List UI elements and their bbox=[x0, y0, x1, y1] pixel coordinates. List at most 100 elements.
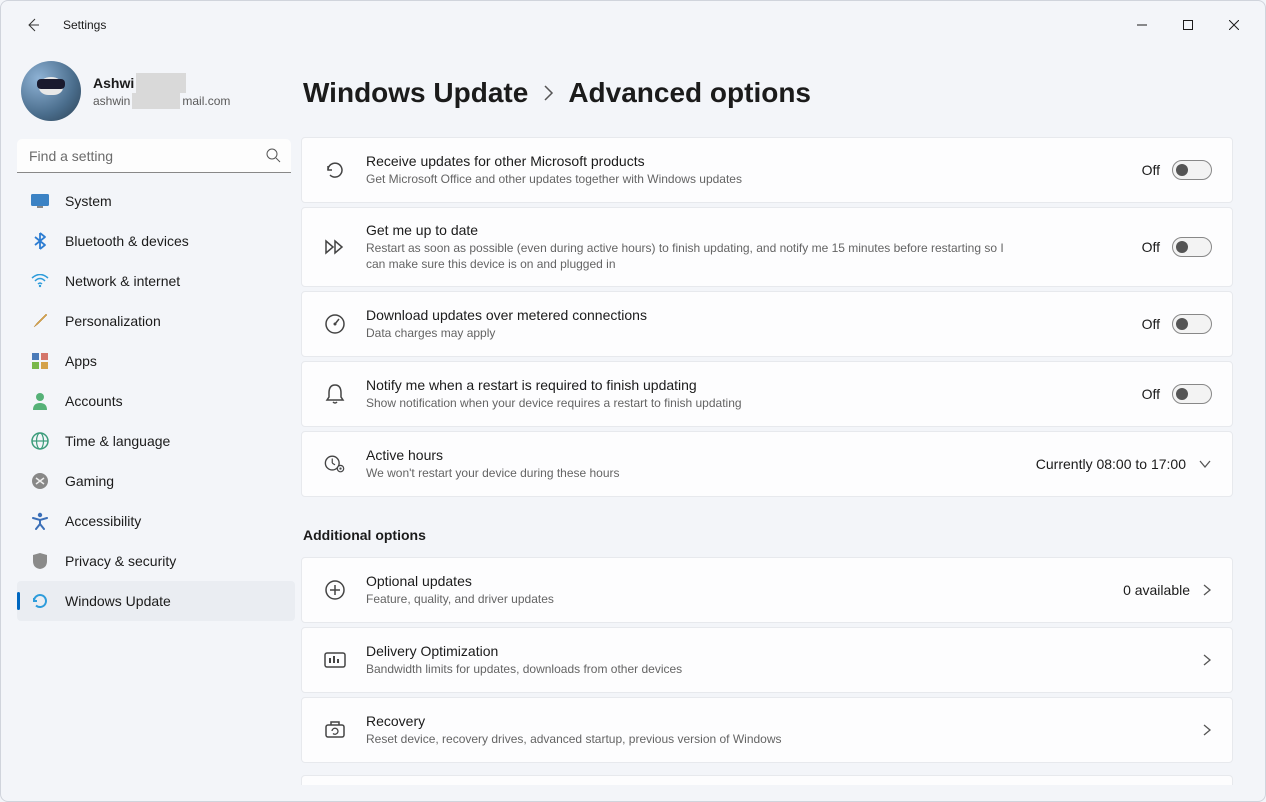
card-metered[interactable]: Download updates over metered connection… bbox=[301, 291, 1233, 357]
card-subtitle: We won't restart your device during thes… bbox=[366, 465, 1006, 481]
gaming-icon bbox=[31, 472, 49, 490]
sidebar-item-windows-update[interactable]: Windows Update bbox=[17, 581, 295, 621]
card-subtitle: Reset device, recovery drives, advanced … bbox=[366, 731, 1006, 747]
sidebar: Ashwi ashwinmail.com System Bluetooth & … bbox=[1, 49, 301, 801]
close-button[interactable] bbox=[1211, 9, 1257, 41]
sidebar-item-time-language[interactable]: Time & language bbox=[17, 421, 295, 461]
card-up-to-date[interactable]: Get me up to date Restart as soon as pos… bbox=[301, 207, 1233, 287]
card-recovery[interactable]: Recovery Reset device, recovery drives, … bbox=[301, 697, 1233, 763]
search-wrap bbox=[17, 139, 291, 173]
bell-icon bbox=[324, 383, 346, 405]
card-subtitle: Data charges may apply bbox=[366, 325, 1006, 341]
card-subtitle: Restart as soon as possible (even during… bbox=[366, 240, 1006, 272]
sidebar-item-bluetooth[interactable]: Bluetooth & devices bbox=[17, 221, 295, 261]
section-additional-options: Additional options bbox=[303, 527, 1233, 543]
card-title: Delivery Optimization bbox=[366, 643, 1202, 659]
window-controls bbox=[1119, 9, 1257, 41]
gauge-icon bbox=[324, 313, 346, 335]
globe-icon bbox=[31, 432, 49, 450]
card-title: Active hours bbox=[366, 447, 1036, 463]
sidebar-item-label: System bbox=[65, 193, 112, 209]
card-subtitle: Show notification when your device requi… bbox=[366, 395, 1006, 411]
card-title: Receive updates for other Microsoft prod… bbox=[366, 153, 1142, 169]
minimize-button[interactable] bbox=[1119, 9, 1165, 41]
sidebar-item-gaming[interactable]: Gaming bbox=[17, 461, 295, 501]
toggle-state-label: Off bbox=[1142, 316, 1160, 332]
maximize-button[interactable] bbox=[1165, 9, 1211, 41]
card-receive-updates[interactable]: Receive updates for other Microsoft prod… bbox=[301, 137, 1233, 203]
card-title: Recovery bbox=[366, 713, 1202, 729]
shield-icon bbox=[31, 552, 49, 570]
card-notify-restart[interactable]: Notify me when a restart is required to … bbox=[301, 361, 1233, 427]
card-partial bbox=[301, 775, 1233, 785]
display-icon bbox=[31, 192, 49, 210]
profile-block[interactable]: Ashwi ashwinmail.com bbox=[17, 57, 295, 139]
apps-icon bbox=[31, 352, 49, 370]
delivery-icon bbox=[324, 652, 346, 668]
nav: System Bluetooth & devices Network & int… bbox=[17, 181, 295, 621]
card-subtitle: Get Microsoft Office and other updates t… bbox=[366, 171, 1006, 187]
chevron-right-icon bbox=[1202, 723, 1212, 737]
card-active-hours[interactable]: Active hours We won't restart your devic… bbox=[301, 431, 1233, 497]
active-hours-value: Currently 08:00 to 17:00 bbox=[1036, 456, 1186, 472]
chevron-right-icon bbox=[542, 84, 554, 102]
toggle-state-label: Off bbox=[1142, 239, 1160, 255]
card-title: Get me up to date bbox=[366, 222, 1142, 238]
titlebar: Settings bbox=[1, 1, 1265, 49]
sidebar-item-apps[interactable]: Apps bbox=[17, 341, 295, 381]
breadcrumb-current: Advanced options bbox=[568, 77, 811, 109]
fast-forward-icon bbox=[324, 238, 346, 256]
update-icon bbox=[31, 592, 49, 610]
breadcrumb: Windows Update Advanced options bbox=[301, 77, 1233, 109]
wifi-icon bbox=[31, 272, 49, 290]
avatar bbox=[21, 61, 81, 121]
brush-icon bbox=[31, 312, 49, 330]
profile-name: Ashwi bbox=[93, 73, 230, 93]
card-title: Download updates over metered connection… bbox=[366, 307, 1142, 323]
sidebar-item-label: Windows Update bbox=[65, 593, 171, 609]
sidebar-item-label: Gaming bbox=[65, 473, 114, 489]
sidebar-item-label: Accessibility bbox=[65, 513, 141, 529]
main-content: Windows Update Advanced options Receive … bbox=[301, 49, 1265, 801]
chevron-right-icon bbox=[1202, 583, 1212, 597]
card-subtitle: Feature, quality, and driver updates bbox=[366, 591, 1006, 607]
sidebar-item-label: Apps bbox=[65, 353, 97, 369]
card-title: Optional updates bbox=[366, 573, 1123, 589]
back-button[interactable] bbox=[21, 13, 45, 37]
toggle-up-to-date[interactable] bbox=[1172, 237, 1212, 257]
sidebar-item-accessibility[interactable]: Accessibility bbox=[17, 501, 295, 541]
card-delivery-optimization[interactable]: Delivery Optimization Bandwidth limits f… bbox=[301, 627, 1233, 693]
bluetooth-icon bbox=[31, 232, 49, 250]
sidebar-item-system[interactable]: System bbox=[17, 181, 295, 221]
sidebar-item-label: Network & internet bbox=[65, 273, 180, 289]
accessibility-icon bbox=[31, 512, 49, 530]
sidebar-item-label: Personalization bbox=[65, 313, 161, 329]
plus-circle-icon bbox=[324, 579, 346, 601]
sidebar-item-label: Bluetooth & devices bbox=[65, 233, 189, 249]
toggle-notify-restart[interactable] bbox=[1172, 384, 1212, 404]
card-optional-updates[interactable]: Optional updates Feature, quality, and d… bbox=[301, 557, 1233, 623]
search-icon bbox=[265, 147, 281, 163]
breadcrumb-parent[interactable]: Windows Update bbox=[303, 77, 528, 109]
person-icon bbox=[31, 392, 49, 410]
chevron-down-icon bbox=[1198, 459, 1212, 469]
card-subtitle: Bandwidth limits for updates, downloads … bbox=[366, 661, 1006, 677]
clock-gear-icon bbox=[324, 453, 346, 475]
search-input[interactable] bbox=[17, 139, 291, 173]
sidebar-item-personalization[interactable]: Personalization bbox=[17, 301, 295, 341]
toggle-state-label: Off bbox=[1142, 162, 1160, 178]
toggle-metered[interactable] bbox=[1172, 314, 1212, 334]
toggle-state-label: Off bbox=[1142, 386, 1160, 402]
window-title: Settings bbox=[63, 18, 106, 32]
sidebar-item-label: Privacy & security bbox=[65, 553, 176, 569]
card-title: Notify me when a restart is required to … bbox=[366, 377, 1142, 393]
recovery-icon bbox=[324, 720, 346, 740]
toggle-receive-updates[interactable] bbox=[1172, 160, 1212, 180]
chevron-right-icon bbox=[1202, 653, 1212, 667]
sidebar-item-label: Time & language bbox=[65, 433, 170, 449]
profile-email: ashwinmail.com bbox=[93, 93, 230, 109]
sidebar-item-network[interactable]: Network & internet bbox=[17, 261, 295, 301]
sidebar-item-privacy[interactable]: Privacy & security bbox=[17, 541, 295, 581]
sidebar-item-accounts[interactable]: Accounts bbox=[17, 381, 295, 421]
sidebar-item-label: Accounts bbox=[65, 393, 123, 409]
